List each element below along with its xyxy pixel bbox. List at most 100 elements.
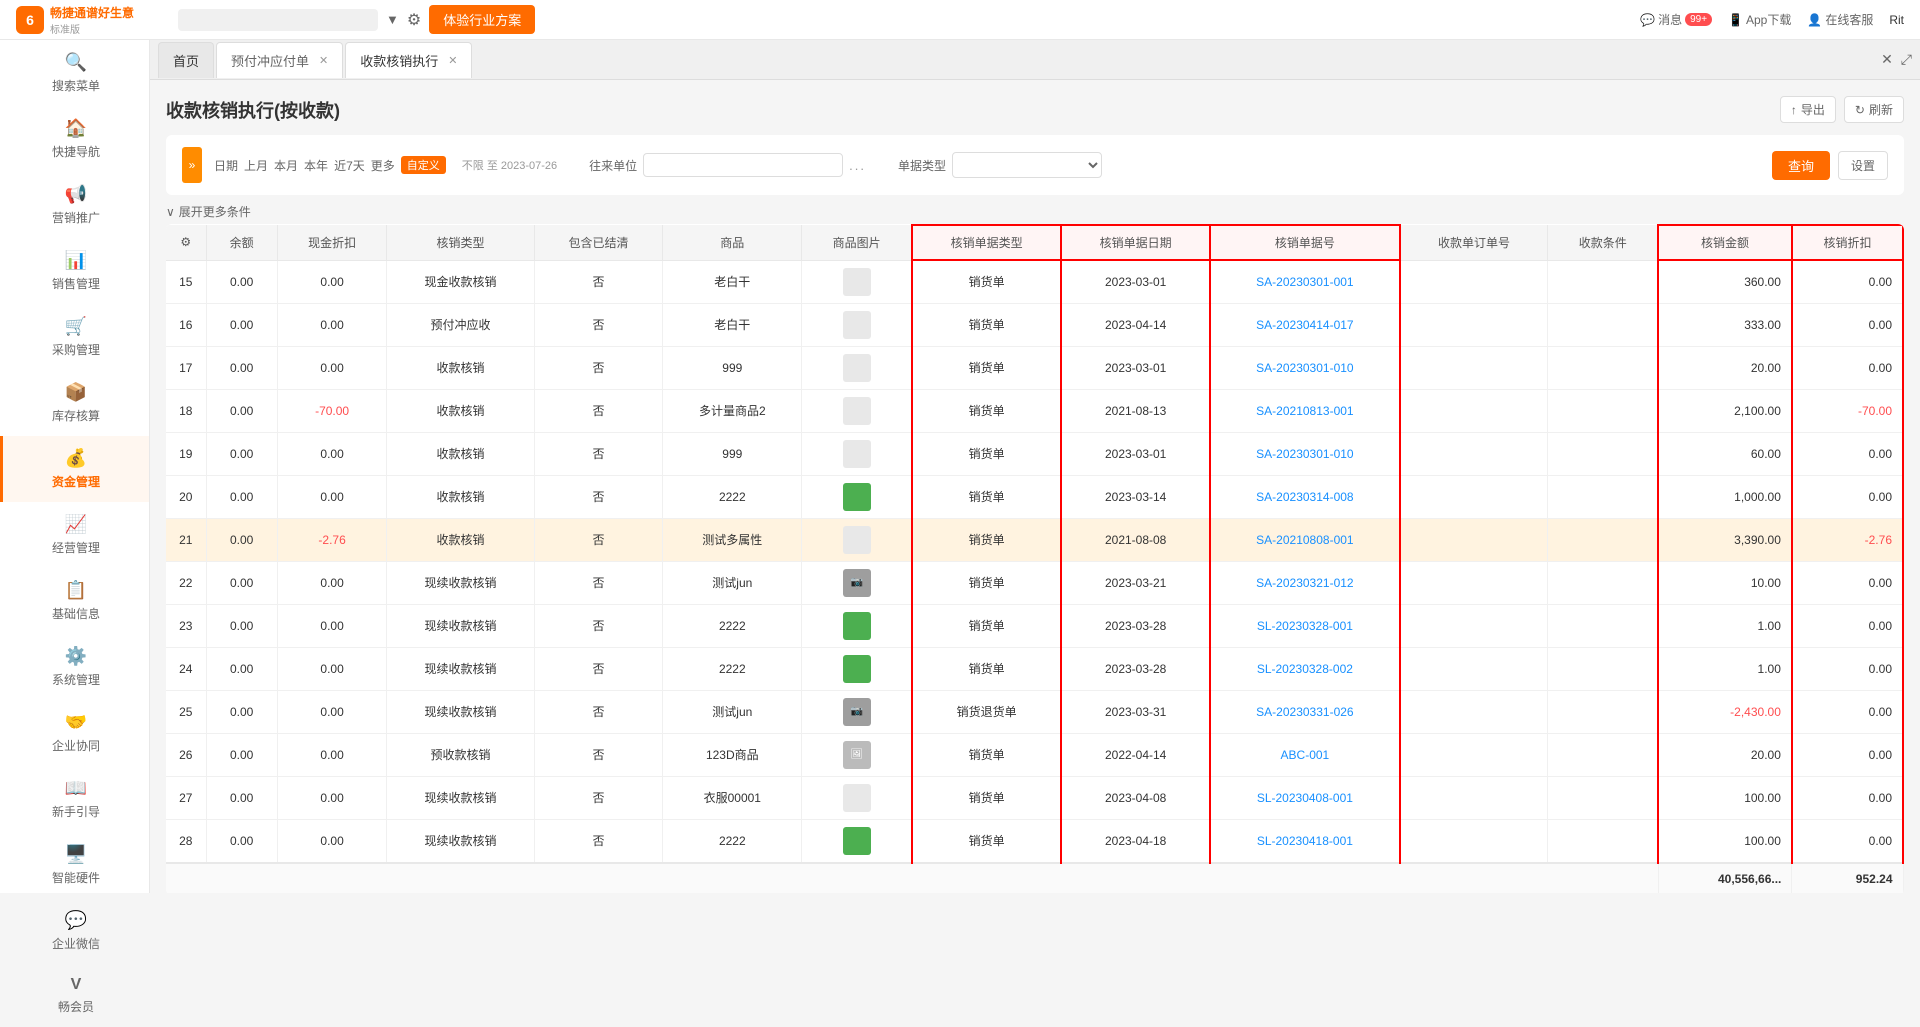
cell-verify-bill-no[interactable]: SA-20230301-001: [1210, 260, 1399, 303]
refresh-button[interactable]: ↻ 刷新: [1844, 96, 1904, 123]
cell-verify-bill-no[interactable]: SA-20230414-017: [1210, 303, 1399, 346]
col-settings-header[interactable]: ⚙: [166, 225, 206, 260]
bill-type-select[interactable]: [952, 152, 1102, 178]
col-balance-header: 余额: [206, 225, 277, 260]
cell-goods-img: [802, 303, 912, 346]
dropdown-icon[interactable]: ▼: [386, 12, 399, 27]
sidebar-item-hardware[interactable]: 🖥️ 智能硬件: [0, 832, 149, 898]
logo-area: 6 畅捷通谱好生意 标准版: [16, 4, 166, 36]
cell-verify-bill-no[interactable]: ABC-001: [1210, 733, 1399, 776]
app-download[interactable]: 📱 App下载: [1728, 11, 1791, 28]
refresh-icon: ↻: [1855, 103, 1865, 117]
date-this-month[interactable]: 本月: [274, 157, 298, 174]
cell-cash-discount: 0.00: [277, 733, 386, 776]
cell-verify-bill-no[interactable]: SA-20230321-012: [1210, 561, 1399, 604]
export-icon: ↑: [1791, 103, 1797, 117]
cell-verify-bill-no[interactable]: SL-20230328-001: [1210, 604, 1399, 647]
tab-home[interactable]: 首页: [158, 42, 214, 78]
tab-expand-btn[interactable]: ⤢: [1901, 51, 1912, 68]
cell-verify-bill-date: 2022-04-14: [1061, 733, 1210, 776]
search-input[interactable]: [178, 9, 378, 31]
cell-verify-type: 收款核销: [387, 475, 534, 518]
cell-id: 18: [166, 389, 206, 432]
cell-verify-bill-no[interactable]: SA-20210813-001: [1210, 389, 1399, 432]
finance-icon: 💰: [65, 448, 87, 469]
date-label: 日期: [214, 157, 238, 174]
cell-verify-bill-no[interactable]: SA-20230331-026: [1210, 690, 1399, 733]
gear-icon[interactable]: ⚙: [407, 10, 421, 30]
cell-included-settled: 否: [534, 303, 662, 346]
cell-verify-bill-date: 2023-04-14: [1061, 303, 1210, 346]
expand-conditions-button[interactable]: ∨ 展开更多条件: [166, 203, 251, 220]
cell-verify-type: 现金收款核销: [387, 260, 534, 303]
sidebar-item-inventory[interactable]: 📦 库存核算: [0, 370, 149, 436]
cell-verify-discount: 0.00: [1792, 346, 1903, 389]
cell-verify-bill-date: 2021-08-13: [1061, 389, 1210, 432]
cell-included-settled: 否: [534, 561, 662, 604]
sidebar-item-operations[interactable]: 📈 经营管理: [0, 502, 149, 568]
date-last-month[interactable]: 上月: [244, 157, 268, 174]
cell-balance: 0.00: [206, 432, 277, 475]
cell-verify-bill-no[interactable]: SA-20210808-001: [1210, 518, 1399, 561]
cell-verify-bill-no[interactable]: SL-20230328-002: [1210, 647, 1399, 690]
sidebar-item-basic[interactable]: 📋 基础信息: [0, 568, 149, 634]
cell-verify-discount: 0.00: [1792, 561, 1903, 604]
settings-button[interactable]: 设置: [1838, 151, 1888, 180]
online-service[interactable]: 👤 在线客服: [1807, 11, 1873, 28]
search-button[interactable]: 查询: [1772, 151, 1830, 180]
user-label[interactable]: Rit: [1889, 13, 1904, 27]
cell-balance: 0.00: [206, 647, 277, 690]
sales-icon: 📊: [65, 250, 87, 271]
cell-verify-amount: 3,390.00: [1658, 518, 1792, 561]
trial-button[interactable]: 体验行业方案: [429, 5, 535, 34]
cell-balance: 0.00: [206, 260, 277, 303]
tab-verify-close[interactable]: ✕: [448, 54, 457, 67]
sidebar-item-purchase[interactable]: 🛒 采购管理: [0, 304, 149, 370]
sidebar-item-wechat[interactable]: 💬 企业微信: [0, 898, 149, 964]
sidebar-item-system[interactable]: ⚙️ 系统管理: [0, 634, 149, 700]
date-this-year[interactable]: 本年: [304, 157, 328, 174]
date-custom[interactable]: 自定义: [401, 156, 446, 174]
cell-verify-amount: 1,000.00: [1658, 475, 1792, 518]
app-icon: 📱: [1728, 13, 1743, 27]
table-container: ⚙ 余额 现金折扣 核销类型 包含已结清 商品 商品图片 核销单据类型 核销单据…: [166, 224, 1904, 893]
tab-close-btn[interactable]: ✕: [1881, 51, 1893, 68]
tab-verify[interactable]: 收款核销执行 ✕: [345, 42, 472, 78]
cell-verify-bill-no[interactable]: SL-20230418-001: [1210, 819, 1399, 863]
cell-verify-discount: 0.00: [1792, 819, 1903, 863]
cell-verify-discount: 0.00: [1792, 690, 1903, 733]
cell-goods-img: [802, 647, 912, 690]
sidebar-item-search[interactable]: 🔍 搜索菜单: [0, 40, 149, 106]
sidebar-item-guide[interactable]: 📖 新手引导: [0, 766, 149, 832]
sidebar-item-finance[interactable]: 💰 资金管理: [0, 436, 149, 502]
sidebar-item-cooperation[interactable]: 🤝 企业协同: [0, 700, 149, 766]
guide-icon: 📖: [65, 778, 87, 799]
cell-verify-bill-type: 销货单: [912, 561, 1061, 604]
unit-input[interactable]: [643, 153, 843, 177]
cell-goods: 2222: [663, 604, 802, 647]
cell-receipt-order-no: [1400, 518, 1548, 561]
sidebar-item-quicknav[interactable]: 🏠 快捷导航: [0, 106, 149, 172]
cell-verify-bill-no[interactable]: SA-20230301-010: [1210, 432, 1399, 475]
date-more[interactable]: 更多: [371, 157, 395, 174]
messages-area[interactable]: 💬 消息 99+: [1640, 11, 1712, 28]
cell-verify-bill-no[interactable]: SA-20230301-010: [1210, 346, 1399, 389]
cell-verify-bill-no[interactable]: SL-20230408-001: [1210, 776, 1399, 819]
col-verify-type-header: 核销类型: [387, 225, 534, 260]
toggle-button[interactable]: »: [182, 147, 202, 183]
table-row: 22 0.00 0.00 现续收款核销 否 测试jun 📷 销货单 2023-0…: [166, 561, 1903, 604]
sidebar-item-member[interactable]: V 畅会员: [0, 964, 149, 1027]
sidebar-item-sales[interactable]: 📊 销售管理: [0, 238, 149, 304]
messages-badge: 99+: [1685, 13, 1712, 26]
col-receipt-condition-header: 收款条件: [1548, 225, 1658, 260]
tab-prepay[interactable]: 预付冲应付单 ✕: [216, 42, 343, 78]
cell-goods-img: 📷: [802, 561, 912, 604]
cell-verify-bill-no[interactable]: SA-20230314-008: [1210, 475, 1399, 518]
cell-receipt-condition: [1548, 389, 1658, 432]
sidebar-item-marketing[interactable]: 📢 营销推广: [0, 172, 149, 238]
cell-included-settled: 否: [534, 432, 662, 475]
export-button[interactable]: ↑ 导出: [1780, 96, 1836, 123]
cell-goods: 2222: [663, 819, 802, 863]
date-7days[interactable]: 近7天: [334, 157, 365, 174]
tab-prepay-close[interactable]: ✕: [319, 54, 328, 67]
